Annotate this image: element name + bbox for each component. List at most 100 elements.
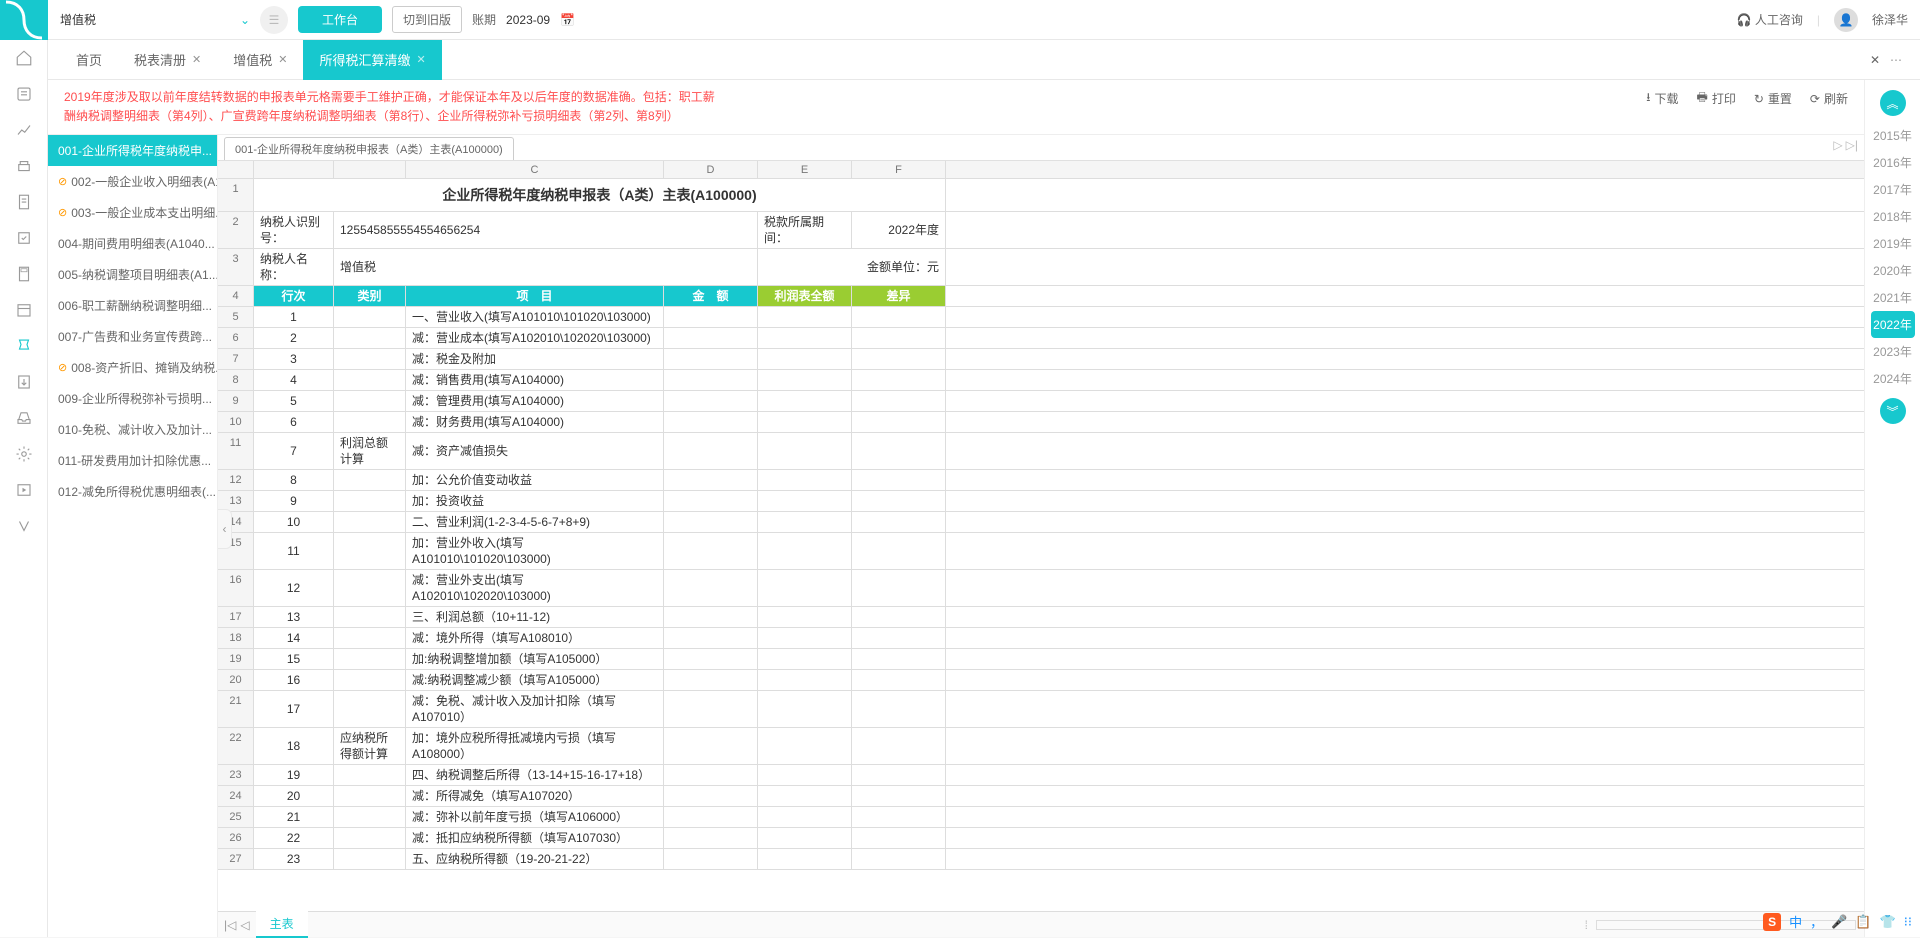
pl-amount-cell[interactable] <box>758 828 852 848</box>
close-tab-icon[interactable]: ✕ <box>1866 49 1884 71</box>
user-name[interactable]: 徐泽华 <box>1872 11 1908 28</box>
period-value[interactable]: 2023-09 <box>506 13 550 27</box>
company-selector[interactable]: 增值税 ⌄ <box>60 11 250 28</box>
pl-amount-cell[interactable] <box>758 849 852 869</box>
ime-mic-icon[interactable]: 🎤 <box>1831 914 1847 930</box>
amount-cell[interactable] <box>664 370 758 390</box>
ime-mode[interactable]: 中 <box>1789 912 1802 931</box>
nav-home-icon[interactable] <box>0 40 48 76</box>
sheet-prev-icon[interactable]: ◁ <box>240 918 249 932</box>
spreadsheet[interactable]: C D E F 1企业所得税年度纳税申报表（A类）主表(A100000) 2 纳… <box>218 161 1864 911</box>
pl-amount-cell[interactable] <box>758 765 852 785</box>
year-down-icon[interactable]: ︾ <box>1880 398 1906 424</box>
workbench-button[interactable]: 工作台 <box>298 6 382 33</box>
sheet-first-icon[interactable]: |◁ <box>224 918 236 932</box>
year-option[interactable]: 2015年 <box>1871 122 1915 149</box>
pl-amount-cell[interactable] <box>758 649 852 669</box>
diff-cell[interactable] <box>852 470 946 490</box>
ime-grid-icon[interactable]: ⁝⁝ <box>1904 914 1912 930</box>
pl-amount-cell[interactable] <box>758 628 852 648</box>
amount-cell[interactable] <box>664 849 758 869</box>
page-tab[interactable]: 税表清册✕ <box>118 40 217 80</box>
diff-cell[interactable] <box>852 533 946 569</box>
pl-amount-cell[interactable] <box>758 307 852 327</box>
diff-cell[interactable] <box>852 691 946 727</box>
amount-cell[interactable] <box>664 628 758 648</box>
amount-cell[interactable] <box>664 328 758 348</box>
amount-cell[interactable] <box>664 433 758 469</box>
form-list-item[interactable]: 001-企业所得税年度纳税申... <box>48 135 217 166</box>
diff-cell[interactable] <box>852 328 946 348</box>
form-list-item[interactable]: ⊘003-一般企业成本支出明细... <box>48 197 217 228</box>
ime-skin-icon[interactable]: 👕 <box>1880 914 1896 930</box>
diff-cell[interactable] <box>852 370 946 390</box>
amount-cell[interactable] <box>664 491 758 511</box>
amount-cell[interactable] <box>664 470 758 490</box>
pl-amount-cell[interactable] <box>758 691 852 727</box>
pl-amount-cell[interactable] <box>758 433 852 469</box>
nav-calc-icon[interactable] <box>0 256 48 292</box>
list-button[interactable]: ☰ <box>260 6 288 34</box>
collapse-panel-button[interactable]: ‹ <box>218 509 232 549</box>
pl-amount-cell[interactable] <box>758 491 852 511</box>
amount-cell[interactable] <box>664 670 758 690</box>
year-option[interactable]: 2020年 <box>1871 257 1915 284</box>
diff-cell[interactable] <box>852 628 946 648</box>
tab-close-icon[interactable]: ✕ <box>192 53 201 66</box>
nav-money-icon[interactable] <box>0 148 48 184</box>
amount-cell[interactable] <box>664 728 758 764</box>
h-scrollbar[interactable] <box>316 919 1577 931</box>
amount-cell[interactable] <box>664 391 758 411</box>
nav-inbox-icon[interactable] <box>0 400 48 436</box>
page-tab[interactable]: 增值税✕ <box>217 40 303 80</box>
form-list-item[interactable]: ⊘008-资产折旧、摊销及纳税... <box>48 352 217 383</box>
sheet-tab[interactable]: 001-企业所得税年度纳税申报表（A类）主表(A100000) <box>224 137 514 160</box>
year-option[interactable]: 2024年 <box>1871 365 1915 392</box>
amount-cell[interactable] <box>664 307 758 327</box>
nav-export-icon[interactable] <box>0 364 48 400</box>
ime-punct-icon[interactable]: ， <box>1810 912 1823 931</box>
year-option[interactable]: 2021年 <box>1871 284 1915 311</box>
form-list-item[interactable]: 010-免税、减计收入及加计... <box>48 414 217 445</box>
diff-cell[interactable] <box>852 828 946 848</box>
reset-button[interactable]: ↻ 重置 <box>1754 88 1792 109</box>
year-option[interactable]: 2018年 <box>1871 203 1915 230</box>
diff-cell[interactable] <box>852 349 946 369</box>
nav-v-icon[interactable] <box>0 508 48 544</box>
print-button[interactable]: 🖶 打印 <box>1697 88 1736 109</box>
sheet-nav-end-icon[interactable]: ▷| <box>1846 138 1858 152</box>
amount-cell[interactable] <box>664 807 758 827</box>
pl-amount-cell[interactable] <box>758 470 852 490</box>
nav-doc-icon[interactable] <box>0 184 48 220</box>
support-link[interactable]: 🎧 人工咨询 <box>1737 11 1803 28</box>
diff-cell[interactable] <box>852 607 946 627</box>
amount-cell[interactable] <box>664 349 758 369</box>
tab-close-icon[interactable]: ✕ <box>417 53 426 66</box>
pl-amount-cell[interactable] <box>758 412 852 432</box>
amount-cell[interactable] <box>664 765 758 785</box>
diff-cell[interactable] <box>852 728 946 764</box>
pl-amount-cell[interactable] <box>758 786 852 806</box>
diff-cell[interactable] <box>852 807 946 827</box>
pl-amount-cell[interactable] <box>758 512 852 532</box>
diff-cell[interactable] <box>852 570 946 606</box>
year-up-icon[interactable]: ︽ <box>1880 90 1906 116</box>
diff-cell[interactable] <box>852 649 946 669</box>
sheet-nav-right-icon[interactable]: ▷ <box>1833 138 1842 152</box>
amount-cell[interactable] <box>664 570 758 606</box>
pl-amount-cell[interactable] <box>758 349 852 369</box>
form-list-item[interactable]: 009-企业所得税弥补亏损明... <box>48 383 217 414</box>
form-list-item[interactable]: 011-研发费用加计扣除优惠... <box>48 445 217 476</box>
amount-cell[interactable] <box>664 512 758 532</box>
diff-cell[interactable] <box>852 765 946 785</box>
amount-cell[interactable] <box>664 649 758 669</box>
diff-cell[interactable] <box>852 433 946 469</box>
ime-logo-icon[interactable]: S <box>1763 913 1781 931</box>
diff-cell[interactable] <box>852 849 946 869</box>
amount-cell[interactable] <box>664 607 758 627</box>
page-tab[interactable]: 首页 <box>60 40 118 80</box>
nav-audit-icon[interactable] <box>0 220 48 256</box>
bottom-sheet-tab[interactable]: 主表 <box>256 911 308 938</box>
form-list-item[interactable]: ⊘002-一般企业收入明细表(A1... <box>48 166 217 197</box>
diff-cell[interactable] <box>852 391 946 411</box>
